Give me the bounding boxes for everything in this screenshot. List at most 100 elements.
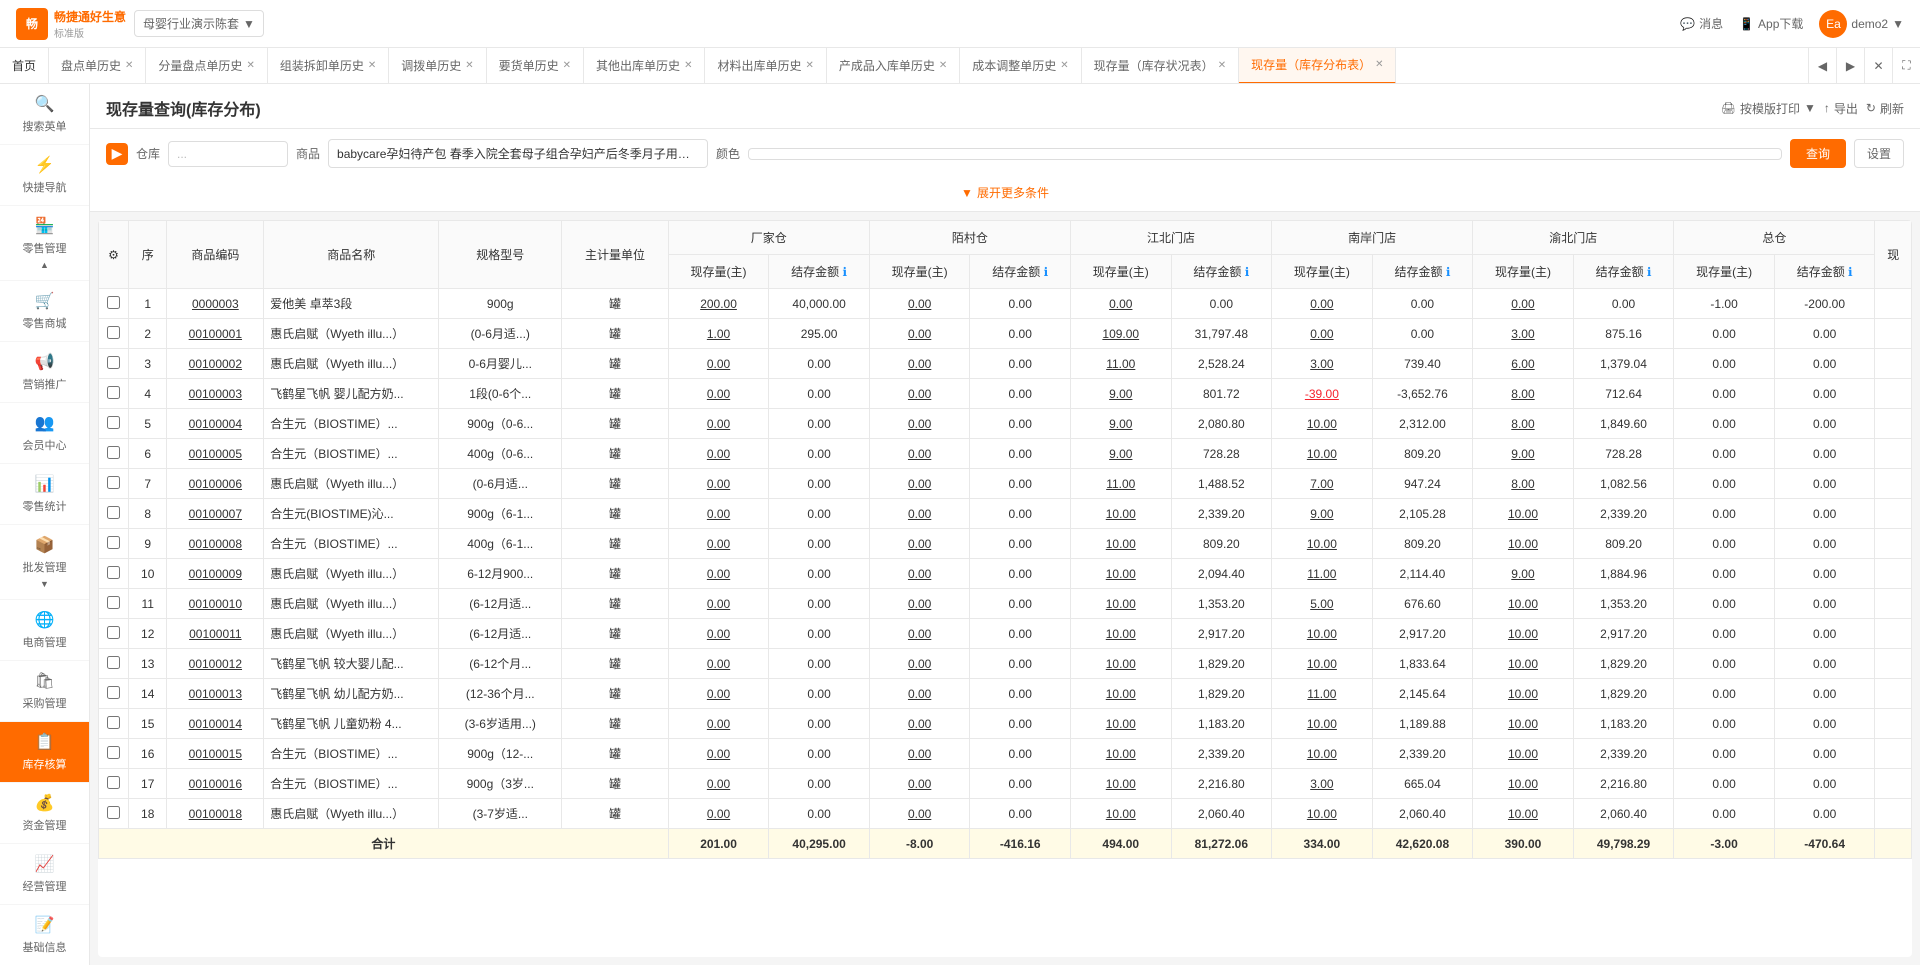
tab-inventory-single[interactable]: 盘点单历史 ✕: [49, 48, 146, 84]
tab-inventory-multi[interactable]: 分量盘点单历史 ✕: [146, 48, 267, 84]
tab-home[interactable]: 首页: [0, 48, 49, 84]
close-icon[interactable]: ✕: [1218, 60, 1226, 71]
row-more: [1875, 529, 1912, 559]
tab-transfer[interactable]: 调拨单历史 ✕: [389, 48, 486, 84]
row-check[interactable]: [99, 439, 129, 469]
expand-conditions-btn[interactable]: ▼ 展开更多条件: [961, 184, 1049, 201]
row-total-amt: 0.00: [1774, 709, 1874, 739]
sidebar-item-member[interactable]: 👥 会员中心: [0, 403, 89, 464]
row-check[interactable]: [99, 589, 129, 619]
quicknav-icon: ⚡: [35, 155, 55, 175]
filter-toggle-btn[interactable]: ▶: [106, 143, 128, 165]
sidebar-item-purchase[interactable]: 🛍 采购管理: [0, 661, 89, 722]
close-icon[interactable]: ✕: [368, 60, 376, 71]
close-icon[interactable]: ✕: [246, 60, 254, 71]
row-check[interactable]: [99, 319, 129, 349]
refresh-btn[interactable]: ↻ 刷新: [1866, 100, 1904, 117]
row-check[interactable]: [99, 289, 129, 319]
product-input[interactable]: babycare孕妇待产包 春季入院全套母子组合孕妇产后冬季月子用品 22件套 …: [328, 139, 708, 168]
row-num: 3: [129, 349, 167, 379]
sidebar-item-quicknav[interactable]: ⚡ 快捷导航: [0, 145, 89, 206]
row-name: 合生元（BIOSTIME）...: [264, 769, 439, 799]
row-jiangbei-qty: 10.00: [1070, 649, 1171, 679]
row-check[interactable]: [99, 529, 129, 559]
tab-expand-btn[interactable]: ⛶: [1892, 48, 1920, 84]
row-check[interactable]: [99, 559, 129, 589]
row-nanbin-amt: 2,060.40: [1372, 799, 1472, 829]
tab-close-btn[interactable]: ✕: [1864, 48, 1892, 84]
row-check[interactable]: [99, 619, 129, 649]
sidebar-item-search[interactable]: 🔍 搜索英单: [0, 84, 89, 145]
settings-button[interactable]: 设置: [1854, 139, 1904, 168]
sidebar-item-inventory[interactable]: 📋 库存核算: [0, 722, 89, 783]
sidebar-item-marketing[interactable]: 📢 营销推广: [0, 342, 89, 403]
row-check[interactable]: [99, 499, 129, 529]
main-layout: 🔍 搜索英单 ⚡ 快捷导航 🏪 零售管理 ▲ 🛒 零售商城 📢 营销推广 👥 会…: [0, 84, 1920, 965]
row-more: [1875, 769, 1912, 799]
export-icon: ↑: [1824, 101, 1830, 115]
row-check[interactable]: [99, 679, 129, 709]
tab-product-in[interactable]: 产成品入库单历史 ✕: [827, 48, 960, 84]
row-yuanbei-qty: 10.00: [1473, 499, 1574, 529]
export-btn[interactable]: ↑ 导出: [1824, 100, 1858, 117]
sidebar-item-basic[interactable]: 📝 基础信息: [0, 905, 89, 965]
tab-prev-btn[interactable]: ◀: [1808, 48, 1836, 84]
row-jiangbei-qty: 10.00: [1070, 769, 1171, 799]
row-check[interactable]: [99, 409, 129, 439]
th-jiangbei-amt: 结存金额 ℹ: [1171, 255, 1271, 289]
warehouse-input[interactable]: ...: [168, 141, 288, 167]
row-village-amt: 0.00: [970, 319, 1070, 349]
row-village-amt: 0.00: [970, 799, 1070, 829]
row-factory-qty: 0.00: [668, 409, 769, 439]
tab-material-out[interactable]: 材料出库单历史 ✕: [705, 48, 826, 84]
close-icon[interactable]: ✕: [125, 60, 133, 71]
sidebar-item-finance[interactable]: 💰 资金管理: [0, 783, 89, 844]
message-btn[interactable]: 💬 消息: [1680, 15, 1723, 32]
data-table: ⚙ 序 商品编码 商品名称 规格型号 主计量单位 厂家仓 陌村仓 江北门店 南岸…: [98, 220, 1912, 859]
close-icon[interactable]: ✕: [1375, 59, 1383, 70]
close-icon[interactable]: ✕: [805, 60, 813, 71]
color-input[interactable]: [748, 148, 1782, 160]
close-icon[interactable]: ✕: [1060, 60, 1068, 71]
row-nanbin-amt: -3,652.76: [1372, 379, 1472, 409]
tab-cost-adjust[interactable]: 成本调整单历史 ✕: [960, 48, 1081, 84]
row-check[interactable]: [99, 649, 129, 679]
sidebar-item-wholesale[interactable]: 📦 批发管理 ▼: [0, 525, 89, 600]
close-icon[interactable]: ✕: [939, 60, 947, 71]
row-unit: 罐: [562, 559, 668, 589]
row-check[interactable]: [99, 709, 129, 739]
sidebar-item-operations[interactable]: 📈 经营管理: [0, 844, 89, 905]
row-check[interactable]: [99, 799, 129, 829]
row-check[interactable]: [99, 739, 129, 769]
row-check[interactable]: [99, 379, 129, 409]
user-info[interactable]: Ea demo2 ▼: [1819, 10, 1904, 38]
th-settings[interactable]: ⚙: [99, 221, 129, 289]
industry-dropdown[interactable]: 母婴行业演示陈套 ▼: [134, 10, 264, 37]
print-btn[interactable]: 🖨 按模版打印 ▼: [1721, 100, 1816, 117]
row-check[interactable]: [99, 349, 129, 379]
th-yuanbei-amt: 结存金额 ℹ: [1573, 255, 1673, 289]
sidebar-item-retail[interactable]: 🏪 零售管理 ▲: [0, 206, 89, 281]
row-unit: 罐: [562, 769, 668, 799]
purchase-icon: 🛍: [34, 671, 54, 691]
tab-stock-dist[interactable]: 现存量（库存分布表） ✕: [1239, 48, 1396, 84]
row-check[interactable]: [99, 469, 129, 499]
tab-demand[interactable]: 要货单历史 ✕: [487, 48, 584, 84]
stat-icon: 📊: [35, 474, 55, 494]
tab-assemble[interactable]: 组装拆卸单历史 ✕: [268, 48, 389, 84]
close-icon[interactable]: ✕: [465, 60, 473, 71]
close-icon[interactable]: ✕: [563, 60, 571, 71]
sidebar-item-shop[interactable]: 🛒 零售商城: [0, 281, 89, 342]
row-factory-qty: 1.00: [668, 319, 769, 349]
app-download-btn[interactable]: 📱 App下载: [1739, 15, 1803, 32]
tab-other-out[interactable]: 其他出库单历史 ✕: [584, 48, 705, 84]
topbar: 畅 畅捷通好生意 标准版 母婴行业演示陈套 ▼ 💬 消息 📱 App下载 Ea …: [0, 0, 1920, 48]
row-check[interactable]: [99, 769, 129, 799]
close-icon[interactable]: ✕: [684, 60, 692, 71]
sidebar-item-ecommerce[interactable]: 🌐 电商管理: [0, 600, 89, 661]
tab-stock-status[interactable]: 现存量（库存状况表） ✕: [1082, 48, 1239, 84]
sidebar-item-retail-stat[interactable]: 📊 零售统计: [0, 464, 89, 525]
tab-next-btn[interactable]: ▶: [1836, 48, 1864, 84]
query-button[interactable]: 查询: [1790, 139, 1846, 168]
row-factory-amt: 0.00: [769, 529, 869, 559]
